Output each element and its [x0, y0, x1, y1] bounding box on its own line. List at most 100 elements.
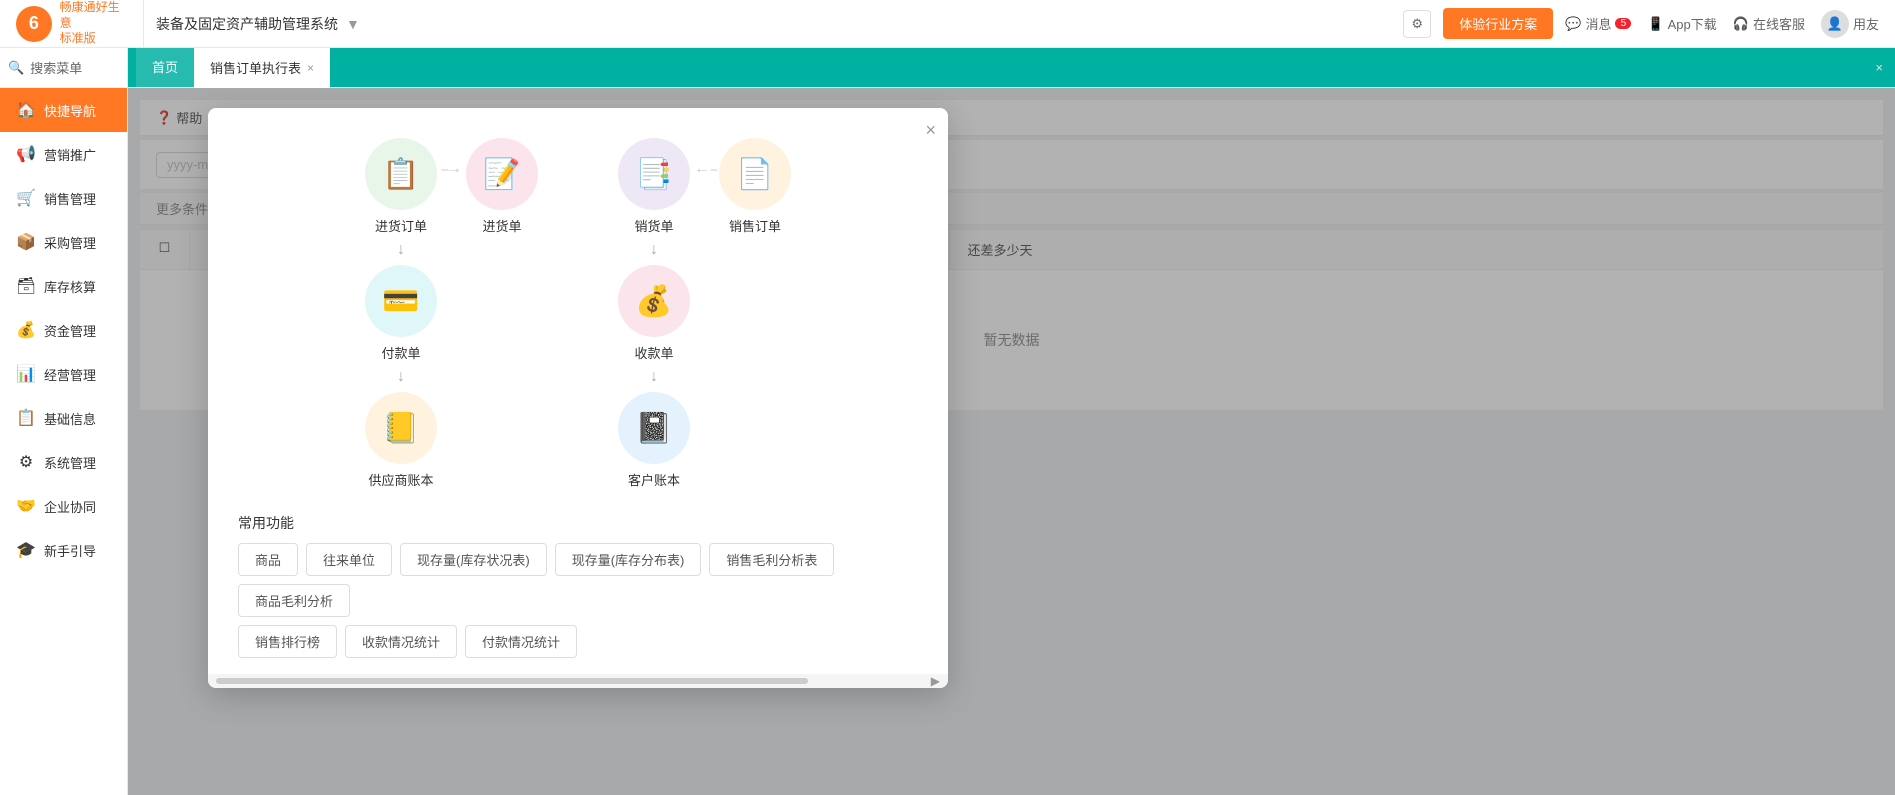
modal-overlay[interactable]: × 📋 进货订单 ↓ — [128, 88, 1895, 795]
purchase-order-icon: 📋 — [365, 138, 437, 210]
customer-book-icon: 📓 — [618, 392, 690, 464]
arrow-down-2: ↓ — [397, 362, 405, 392]
tab-bar-right: × — [1871, 56, 1887, 79]
basic-info-icon: 📋 — [16, 408, 36, 428]
app-download-btn[interactable]: 📱 App下载 — [1647, 14, 1716, 33]
sidebar-item-operations[interactable]: 📊 经营管理 — [0, 352, 127, 396]
top-right-area: 💬 消息 5 📱 App下载 🎧 在线客服 👤 用友 — [1565, 10, 1879, 38]
sales-bill-label: 销货单 — [634, 216, 673, 235]
search-icon: 🔍 — [8, 60, 24, 76]
operations-icon: 📊 — [16, 364, 36, 384]
purchase-order-label: 进货订单 — [375, 216, 427, 235]
flow-node-purchase-bill[interactable]: 📝 进货单 — [466, 138, 538, 235]
finance-icon: 💰 — [16, 320, 36, 340]
receipt-label: 收款单 — [634, 343, 673, 362]
tab-bar: 首页 销售订单执行表 × × — [128, 48, 1895, 88]
sidebar-item-finance[interactable]: 💰 资金管理 — [0, 308, 127, 352]
logo-area: 6 畅康通好生意 标准版 — [16, 0, 144, 47]
flow-node-sales-bill[interactable]: 📑 销货单 — [618, 138, 690, 235]
guide-icon: 🎓 — [16, 540, 36, 560]
flow-mid-right-col: 📑 销货单 ↓ 💰 收款单 ↓ — [618, 138, 690, 489]
func-btn-stock-dist[interactable]: 现存量(库存分布表) — [555, 543, 702, 576]
supplier-book-label: 供应商账本 — [368, 470, 433, 489]
scrollbar-thumb — [216, 678, 808, 684]
flow-node-sales-order[interactable]: 📄 销售订单 — [719, 138, 791, 235]
flow-right-col: 📄 销售订单 — [719, 138, 791, 235]
flow-node-customer-book[interactable]: 📓 客户账本 — [618, 392, 690, 489]
sidebar-item-marketing[interactable]: 📢 营销推广 — [0, 132, 127, 176]
sidebar-item-system[interactable]: ⚙ 系统管理 — [0, 440, 127, 484]
payment-icon: 💳 — [365, 265, 437, 337]
system-dropdown-btn[interactable]: ▼ — [346, 16, 360, 32]
sales-order-icon: 📄 — [719, 138, 791, 210]
sidebar-item-enterprise[interactable]: 🤝 企业协同 — [0, 484, 127, 528]
flow-node-payment[interactable]: 💳 付款单 — [365, 265, 437, 362]
func-btn-product-margin[interactable]: 商品毛利分析 — [238, 584, 350, 617]
common-func-section: 常用功能 商品 往来单位 现存量(库存状况表) 现存量(库存分布表) 销售毛利分… — [238, 513, 918, 658]
system-title: 装备及固定资产辅助管理系统 ▼ — [156, 14, 1391, 34]
sales-bill-icon: 📑 — [618, 138, 690, 210]
arrow-down-4: ↓ — [650, 362, 658, 392]
settings-button[interactable]: ⚙ — [1403, 10, 1431, 38]
system-icon: ⚙ — [16, 452, 36, 472]
func-btn-product[interactable]: 商品 — [238, 543, 298, 576]
func-buttons-row-1: 商品 往来单位 现存量(库存状况表) 现存量(库存分布表) 销售毛利分析表 商品… — [238, 543, 918, 617]
message-btn[interactable]: 💬 消息 5 — [1565, 14, 1631, 33]
purchase-icon: 📦 — [16, 232, 36, 252]
sales-icon: 🛒 — [16, 188, 36, 208]
flow-diagram: 📋 进货订单 ↓ 💳 付款单 ↓ — [238, 138, 918, 489]
sidebar: 🔍 搜索菜单 🏠 快捷导航 📢 营销推广 🛒 销售管理 📦 采购管理 🗃 — [0, 48, 128, 795]
content-area: 首页 销售订单执行表 × × ❓ 帮助 — [128, 48, 1895, 795]
h-arrow-2: ← - - - - — [690, 160, 719, 178]
common-func-title: 常用功能 — [238, 513, 918, 533]
sidebar-item-basic-info[interactable]: 📋 基础信息 — [0, 396, 127, 440]
purchase-bill-icon: 📝 — [466, 138, 538, 210]
receipt-icon: 💰 — [618, 265, 690, 337]
close-all-button[interactable]: × — [1871, 56, 1887, 79]
h-arrow-1: - - - - → — [437, 160, 466, 178]
tab-close-icon[interactable]: × — [307, 61, 314, 75]
purchase-bill-label: 进货单 — [482, 216, 521, 235]
flow-left-col: 📋 进货订单 ↓ 💳 付款单 ↓ — [365, 138, 437, 489]
scroll-right-btn[interactable]: ▶ — [931, 674, 940, 688]
arrow-down-1: ↓ — [397, 235, 405, 265]
sales-order-label: 销售订单 — [729, 216, 781, 235]
modal-close-button[interactable]: × — [925, 120, 936, 141]
customer-book-label: 客户账本 — [628, 470, 680, 489]
sidebar-search[interactable]: 🔍 搜索菜单 — [0, 48, 127, 88]
flow-mid-left-col: 📝 进货单 — [466, 138, 538, 235]
sidebar-item-inventory[interactable]: 🗃 库存核算 — [0, 264, 127, 308]
func-btn-contacts[interactable]: 往来单位 — [306, 543, 392, 576]
func-btn-sales-rank[interactable]: 销售排行榜 — [238, 625, 337, 658]
sidebar-item-quick-nav[interactable]: 🏠 快捷导航 — [0, 88, 127, 132]
supplier-book-icon: 📒 — [365, 392, 437, 464]
func-btn-stock-status[interactable]: 现存量(库存状况表) — [400, 543, 547, 576]
user-avatar: 👤 — [1821, 10, 1849, 38]
user-area[interactable]: 👤 用友 — [1821, 10, 1879, 38]
page-content: ❓ 帮助 🖨 按模板打印 ▼ ⬆ 导出 ↻ 刷新 — [128, 88, 1895, 795]
flow-node-supplier-book[interactable]: 📒 供应商账本 — [365, 392, 437, 489]
tab-sales-order[interactable]: 销售订单执行表 × — [194, 48, 330, 88]
flow-modal: × 📋 进货订单 ↓ — [208, 108, 948, 688]
func-btn-receipt-stats[interactable]: 收款情况统计 — [345, 625, 457, 658]
tab-home[interactable]: 首页 — [136, 48, 194, 88]
flow-node-receipt[interactable]: 💰 收款单 — [618, 265, 690, 362]
logo-icon: 6 — [16, 6, 52, 42]
enterprise-icon: 🤝 — [16, 496, 36, 516]
inventory-icon: 🗃 — [16, 276, 36, 296]
trial-button[interactable]: 体验行业方案 — [1443, 8, 1553, 39]
func-btn-payment-stats[interactable]: 付款情况统计 — [465, 625, 577, 658]
payment-label: 付款单 — [381, 343, 420, 362]
sidebar-item-guide[interactable]: 🎓 新手引导 — [0, 528, 127, 572]
flow-node-purchase-order[interactable]: 📋 进货订单 — [365, 138, 437, 235]
marketing-icon: 📢 — [16, 144, 36, 164]
modal-scrollbar[interactable]: ▶ — [208, 674, 948, 688]
sidebar-item-purchase[interactable]: 📦 采购管理 — [0, 220, 127, 264]
quick-nav-icon: 🏠 — [16, 100, 36, 120]
arrow-down-3: ↓ — [650, 235, 658, 265]
online-service-btn[interactable]: 🎧 在线客服 — [1733, 14, 1805, 33]
logo-text: 畅康通好生意 标准版 — [60, 0, 131, 47]
sidebar-item-sales[interactable]: 🛒 销售管理 — [0, 176, 127, 220]
func-btn-sales-margin[interactable]: 销售毛利分析表 — [709, 543, 834, 576]
func-buttons-row-2: 销售排行榜 收款情况统计 付款情况统计 — [238, 625, 918, 658]
